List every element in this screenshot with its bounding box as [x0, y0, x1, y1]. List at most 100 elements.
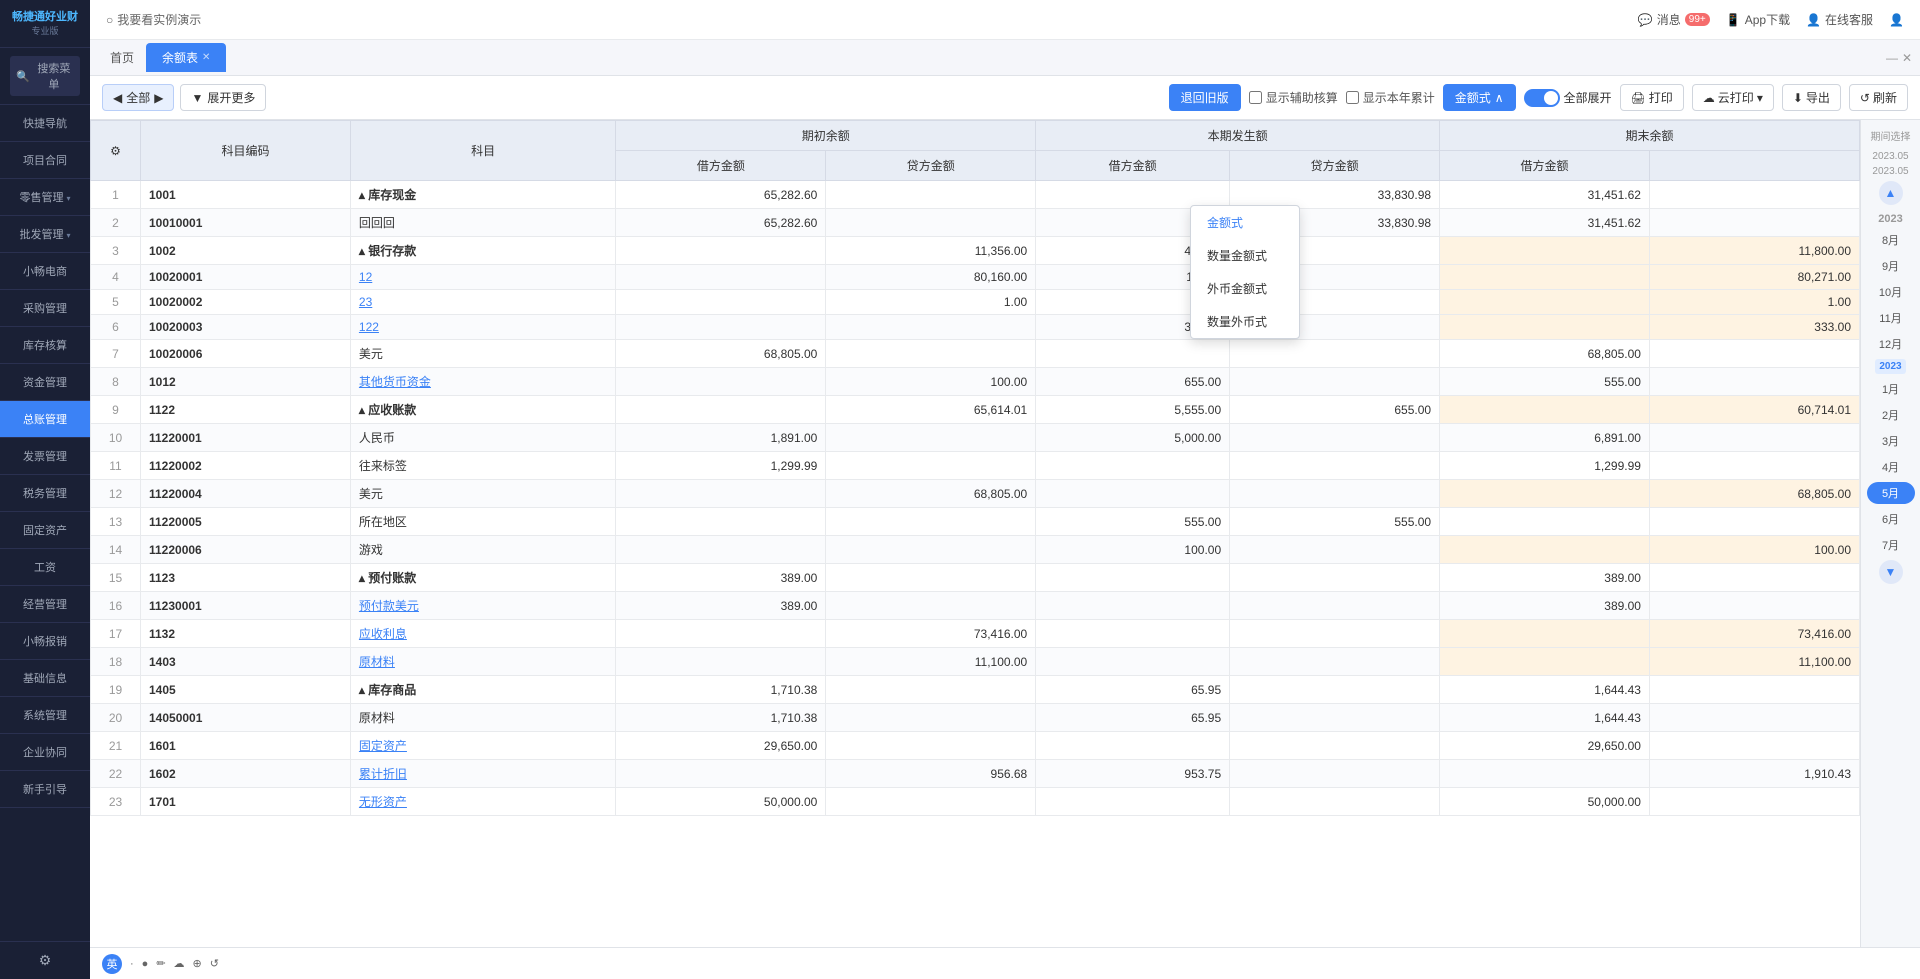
- period-month-12[interactable]: 12月: [1867, 333, 1915, 355]
- cell-name[interactable]: 原材料: [350, 648, 615, 676]
- status-lang-icon[interactable]: 英: [102, 954, 122, 974]
- period-month-4[interactable]: 4月: [1867, 456, 1915, 478]
- sidebar-item-accounting[interactable]: 总账管理: [0, 401, 90, 438]
- tab-balance-sheet[interactable]: 余额表 ✕: [146, 43, 226, 72]
- status-edit-icon[interactable]: ✏: [156, 957, 165, 970]
- table-row: 5 10020002 23 1.00 1.00: [91, 290, 1860, 315]
- period-month-10[interactable]: 10月: [1867, 281, 1915, 303]
- col-header-settings[interactable]: ⚙: [91, 121, 141, 181]
- cell-name[interactable]: 固定资产: [350, 732, 615, 760]
- period-month-1[interactable]: 1月: [1867, 378, 1915, 400]
- cell-ob-debit: 389.00: [616, 564, 826, 592]
- period-month-11[interactable]: 11月: [1867, 307, 1915, 329]
- cell-rownum: 3: [91, 237, 141, 265]
- sidebar-item-ecommerce[interactable]: 小畅电商: [0, 253, 90, 290]
- export-button[interactable]: ⬇ 导出: [1782, 84, 1841, 111]
- cell-name[interactable]: 122: [350, 315, 615, 340]
- cell-name[interactable]: 其他货币资金: [350, 368, 615, 396]
- expand-more-button[interactable]: ▼ 展开更多: [180, 84, 266, 111]
- dropdown-item-foreign-amount[interactable]: 外币金额式: [1191, 272, 1299, 305]
- cell-name[interactable]: 无形资产: [350, 788, 615, 816]
- toggle-track[interactable]: [1524, 89, 1560, 107]
- settings-icon[interactable]: ⚙: [39, 952, 52, 968]
- demo-link[interactable]: ○ 我要看实例演示: [106, 11, 201, 28]
- period-month-8[interactable]: 8月: [1867, 229, 1915, 251]
- sidebar-item-capital[interactable]: 资金管理: [0, 364, 90, 401]
- back-to-old-button[interactable]: 退回旧版: [1169, 84, 1241, 111]
- period-nav-up[interactable]: ▲: [1879, 181, 1903, 205]
- period-nav-down[interactable]: ▼: [1879, 560, 1903, 584]
- period-month-9[interactable]: 9月: [1867, 255, 1915, 277]
- show-ytd-check-group[interactable]: 显示本年累计: [1346, 89, 1435, 106]
- back-old-label: 退回旧版: [1181, 91, 1229, 105]
- period-month-7[interactable]: 7月: [1867, 534, 1915, 556]
- sidebar-item-inventory[interactable]: 库存核算: [0, 327, 90, 364]
- cell-code: 10020001: [141, 265, 351, 290]
- sidebar-item-operations-label: 经营管理: [23, 599, 67, 611]
- message-button[interactable]: 💬 消息 99+: [1638, 11, 1710, 28]
- window-minimize-icon[interactable]: —: [1886, 51, 1898, 65]
- window-close-icon[interactable]: ✕: [1902, 51, 1912, 65]
- cell-pd: 100.00: [1036, 536, 1230, 564]
- cloud-print-label: 云打印: [1718, 89, 1754, 106]
- cell-name[interactable]: 应收利息: [350, 620, 615, 648]
- sidebar-item-system[interactable]: 系统管理: [0, 697, 90, 734]
- sidebar-item-operations[interactable]: 经营管理: [0, 586, 90, 623]
- refresh-button[interactable]: ↺ 刷新: [1849, 84, 1908, 111]
- sidebar-item-base[interactable]: 基础信息: [0, 660, 90, 697]
- show-assist-checkbox[interactable]: [1249, 91, 1262, 104]
- status-cloud-icon[interactable]: ☁: [174, 957, 185, 970]
- cell-pc: [1230, 704, 1440, 732]
- cell-name[interactable]: 23: [350, 290, 615, 315]
- sidebar-item-sales[interactable]: 小畅报销: [0, 623, 90, 660]
- sidebar-item-tax-label: 税务管理: [23, 488, 67, 500]
- sidebar-item-coop[interactable]: 企业协同: [0, 734, 90, 771]
- cell-pc: [1230, 340, 1440, 368]
- expand-all-toggle[interactable]: 全部展开: [1524, 89, 1612, 107]
- dropdown-item-amount[interactable]: 金额式: [1191, 206, 1299, 239]
- cell-rownum: 15: [91, 564, 141, 592]
- dropdown-item-qty-amount[interactable]: 数量金额式: [1191, 239, 1299, 272]
- sidebar-item-purchase[interactable]: 采购管理: [0, 290, 90, 327]
- app-download-button[interactable]: 📱 App下载: [1726, 11, 1790, 28]
- cell-cb-credit: 11,800.00: [1649, 237, 1859, 265]
- cloud-print-button[interactable]: ☁ 云打印 ▾: [1692, 84, 1774, 111]
- print-button[interactable]: 🖨 打印: [1620, 84, 1684, 111]
- period-month-5[interactable]: 5月: [1867, 482, 1915, 504]
- cell-ob-debit: [616, 368, 826, 396]
- sidebar-item-payroll[interactable]: 工资: [0, 549, 90, 586]
- period-month-3[interactable]: 3月: [1867, 430, 1915, 452]
- sidebar-item-system-label: 系统管理: [23, 710, 67, 722]
- tab-close-icon[interactable]: ✕: [202, 52, 210, 63]
- show-ytd-checkbox[interactable]: [1346, 91, 1359, 104]
- status-plus-icon[interactable]: ⊕: [193, 957, 202, 970]
- online-service-button[interactable]: 👤 在线客服: [1806, 11, 1873, 28]
- status-refresh-icon[interactable]: ↺: [210, 957, 219, 970]
- sidebar-item-project[interactable]: 项目合同: [0, 142, 90, 179]
- period-month-2[interactable]: 2月: [1867, 404, 1915, 426]
- sidebar-item-guide[interactable]: 新手引导: [0, 771, 90, 808]
- sidebar-item-retail[interactable]: 零售管理 ▾: [0, 179, 90, 216]
- cell-rownum: 14: [91, 536, 141, 564]
- search-menu-button[interactable]: 🔍 搜索菜单: [10, 56, 80, 96]
- cell-ob-debit: 65,282.60: [616, 181, 826, 209]
- user-avatar[interactable]: 👤: [1889, 13, 1904, 27]
- cell-name[interactable]: 累计折旧: [350, 760, 615, 788]
- sidebar-item-assets[interactable]: 固定资产: [0, 512, 90, 549]
- cell-name[interactable]: 12: [350, 265, 615, 290]
- dropdown-item-qty-foreign[interactable]: 数量外币式: [1191, 305, 1299, 338]
- tab-home[interactable]: 首页: [98, 43, 146, 72]
- sidebar-item-invoice[interactable]: 发票管理: [0, 438, 90, 475]
- cell-name[interactable]: 预付款美元: [350, 592, 615, 620]
- sidebar-item-quick-nav[interactable]: 快捷导航: [0, 105, 90, 142]
- all-button[interactable]: ◀ 全部 ▶: [102, 84, 174, 111]
- cell-cb-credit: [1649, 788, 1859, 816]
- sidebar-item-sales-label: 小畅报销: [23, 636, 67, 648]
- period-month-6[interactable]: 6月: [1867, 508, 1915, 530]
- cell-rownum: 10: [91, 424, 141, 452]
- mode-button[interactable]: 金额式 ∧: [1443, 84, 1516, 111]
- sidebar-item-tax[interactable]: 税务管理: [0, 475, 90, 512]
- show-assist-check-group[interactable]: 显示辅助核算: [1249, 89, 1338, 106]
- refresh-label: 刷新: [1873, 89, 1897, 106]
- sidebar-item-wholesale[interactable]: 批发管理 ▾: [0, 216, 90, 253]
